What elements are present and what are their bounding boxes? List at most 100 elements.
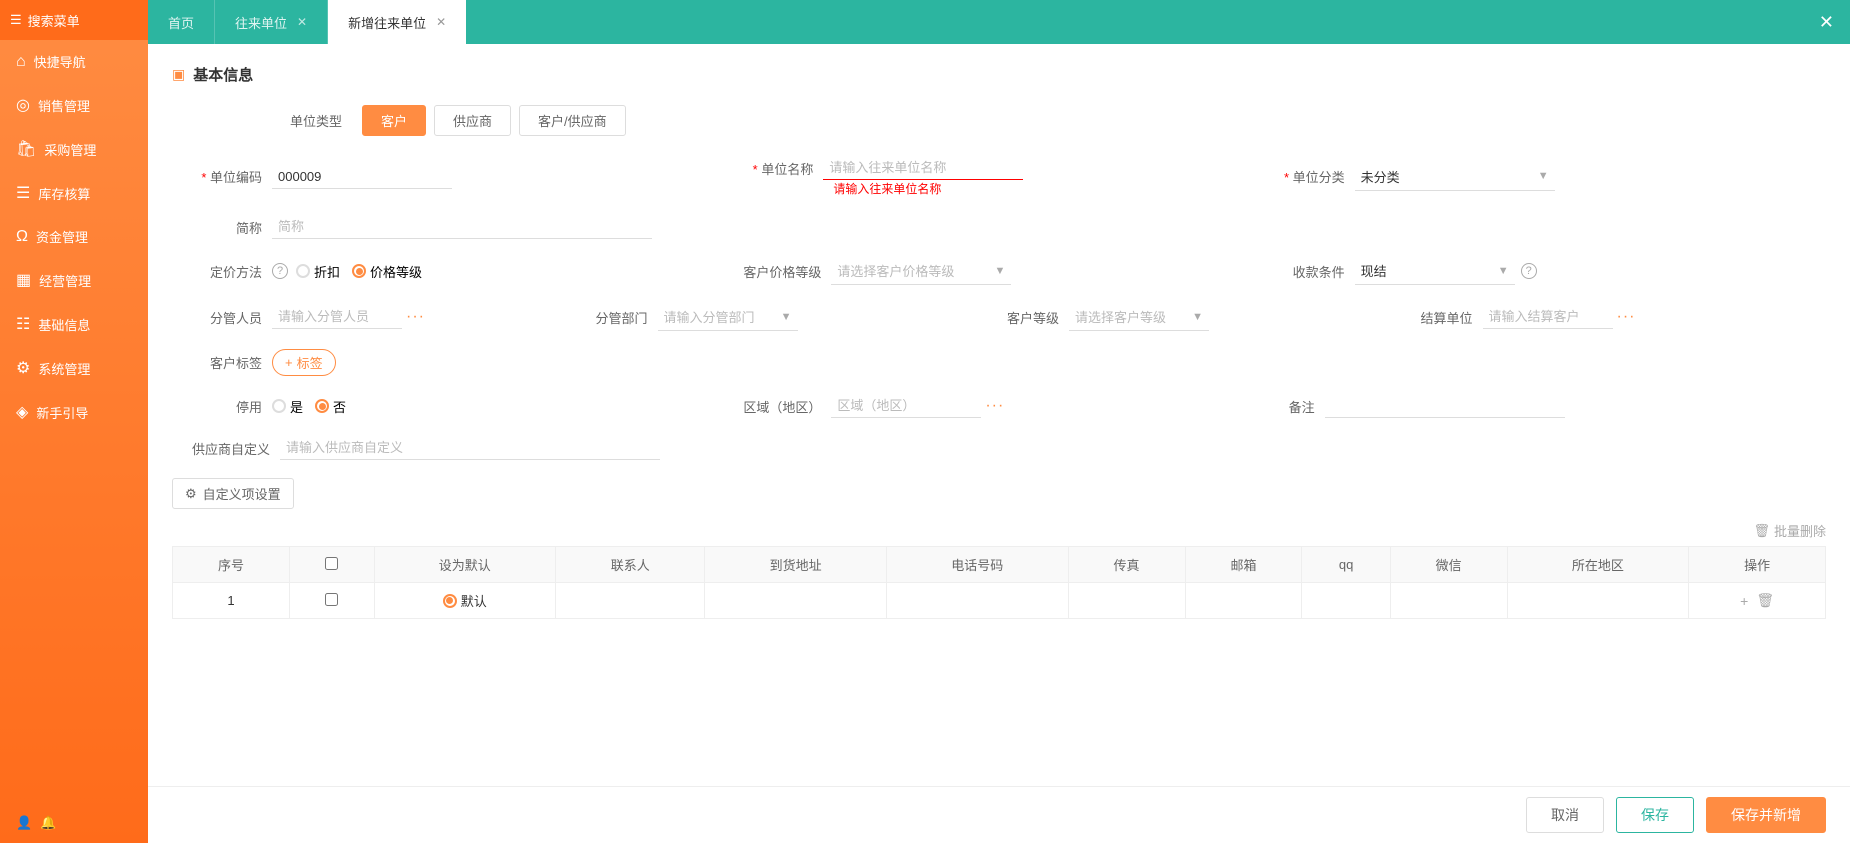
sidebar-label-basics: 基础信息 — [38, 315, 90, 334]
th-phone: 电话号码 — [886, 547, 1068, 583]
settlement-input[interactable] — [1483, 305, 1613, 329]
th-email: 邮箱 — [1185, 547, 1302, 583]
td-address — [705, 583, 887, 619]
settings-btn[interactable]: ⚙ 自定义项设置 — [172, 478, 294, 509]
inventory-icon: ☰ — [16, 183, 30, 203]
tag-btn-label: 标签 — [297, 353, 323, 372]
type-btn-both[interactable]: 客户/供应商 — [519, 105, 626, 136]
sidebar-item-operations[interactable]: ▦经营管理 — [0, 258, 148, 302]
dept-cell: 分管部门 请输入分管部门 ▼ — [586, 303, 1000, 331]
dept-placeholder: 请输入分管部门 — [664, 307, 777, 326]
remarks-input[interactable] — [1325, 394, 1565, 418]
customer-price-select[interactable]: 请选择客户价格等级 ▼ — [831, 257, 1011, 285]
manager-label: 分管人员 — [192, 308, 272, 327]
dept-select[interactable]: 请输入分管部门 ▼ — [658, 303, 798, 331]
search-icon: ☰ — [10, 12, 22, 28]
plus-icon: + — [285, 355, 293, 370]
tags-row: 客户标签 + 标签 — [172, 349, 1826, 376]
table-row: 1 默认 — [173, 583, 1826, 619]
payment-help-icon[interactable]: ? — [1521, 263, 1537, 279]
type-btn-customer[interactable]: 客户 — [362, 105, 426, 136]
add-tag-btn[interactable]: + 标签 — [272, 349, 336, 376]
unit-category-cell: 单位分类 未分类 ▼ — [1275, 156, 1826, 197]
sidebar-item-basics[interactable]: ☷ 基础信息 — [0, 302, 148, 346]
tab-close-new-contact[interactable]: ✕ — [436, 15, 446, 29]
customer-level-select[interactable]: 请选择客户等级 ▼ — [1069, 303, 1209, 331]
sidebar-item-system[interactable]: ⚙系统管理 — [0, 346, 148, 390]
tab-new-contact[interactable]: 新增往来单位✕ — [328, 0, 466, 44]
settings-btn-label: 自定义项设置 — [203, 484, 281, 503]
chevron-down-icon3: ▼ — [1498, 265, 1509, 277]
disabled-yes[interactable]: 是 — [272, 397, 303, 416]
sidebar-item-newbie[interactable]: ◈新手引导 — [0, 390, 148, 434]
td-default[interactable]: 默认 — [374, 583, 556, 619]
operations-icon: ▦ — [16, 270, 31, 290]
remarks-label: 备注 — [1275, 397, 1325, 416]
td-wechat — [1390, 583, 1507, 619]
unit-name-input[interactable] — [823, 156, 1023, 180]
sidebar-item-purchase[interactable]: 🛍采购管理 — [0, 127, 148, 171]
th-qq: qq — [1302, 547, 1390, 583]
tabbar-close-btn[interactable]: ✕ — [1803, 12, 1850, 33]
manager-input[interactable] — [272, 305, 402, 329]
supplier-custom-input[interactable] — [280, 436, 660, 460]
trash-icon: 🗑 — [1753, 523, 1770, 539]
default-label: 默认 — [461, 591, 487, 610]
pricing-cell: 定价方法 ? 折扣 价格等级 — [172, 257, 723, 285]
sidebar-search[interactable]: ☰ 搜索菜单 — [0, 0, 148, 40]
disabled-radio-group: 是 否 — [272, 397, 346, 416]
td-checkbox[interactable] — [289, 583, 374, 619]
tab-home[interactable]: 首页 — [148, 0, 215, 44]
footer-bar: 取消 保存 保存并新增 — [148, 786, 1850, 843]
disabled-cell: 停用 是 否 — [172, 394, 723, 418]
pricing-discount[interactable]: 折扣 — [296, 262, 340, 281]
type-btn-supplier[interactable]: 供应商 — [434, 105, 511, 136]
short-name-input[interactable] — [272, 215, 652, 239]
table-header-row: 序号 设为默认 联系人 到货地址 电话号码 传真 邮箱 qq 微信 所在地区 操… — [173, 547, 1826, 583]
delete-row-btn[interactable]: 🗑 — [1756, 592, 1774, 609]
disabled-no[interactable]: 否 — [315, 397, 346, 416]
customer-price-placeholder: 请选择客户价格等级 — [837, 261, 990, 280]
pricing-help-icon[interactable]: ? — [272, 263, 288, 279]
region-ellipsis[interactable]: ··· — [981, 397, 1008, 415]
select-all-checkbox[interactable] — [325, 557, 338, 570]
table-actions: 🗑 批量删除 — [172, 521, 1826, 540]
batch-delete-btn[interactable]: 🗑 批量删除 — [1753, 521, 1826, 540]
pricing-level[interactable]: 价格等级 — [352, 262, 422, 281]
settlement-ellipsis[interactable]: ··· — [1613, 308, 1640, 326]
customer-level-placeholder: 请选择客户等级 — [1075, 307, 1188, 326]
save-new-button[interactable]: 保存并新增 — [1706, 797, 1826, 833]
chevron-down-icon: ▼ — [1538, 170, 1549, 182]
finance-icon: Ω — [16, 228, 28, 246]
region-input[interactable] — [831, 394, 981, 418]
unit-name-label: 单位名称 — [743, 159, 823, 178]
cancel-button[interactable]: 取消 — [1526, 797, 1604, 833]
add-row-btn[interactable]: + — [1740, 593, 1748, 609]
settlement-cell: 结算单位 ··· — [1413, 303, 1827, 331]
tags-label: 客户标签 — [192, 353, 272, 372]
manager-row: 分管人员 ··· 分管部门 请输入分管部门 ▼ 客户等级 请选择客户等级 ▼ 结… — [172, 303, 1826, 331]
row-checkbox[interactable] — [325, 593, 338, 606]
save-button[interactable]: 保存 — [1616, 797, 1694, 833]
unit-code-input[interactable] — [272, 165, 452, 189]
unit-type-buttons: 客户 供应商 客户/供应商 — [362, 105, 626, 136]
tab-contacts[interactable]: 往来单位✕ — [215, 0, 328, 44]
sidebar-item-quick-nav[interactable]: ⌂快捷导航 — [0, 40, 148, 83]
sidebar-item-inventory[interactable]: ☰库存核算 — [0, 171, 148, 215]
disabled-label: 停用 — [192, 397, 272, 416]
chevron-down-icon4: ▼ — [781, 311, 792, 323]
section-header: ▣ 基本信息 — [172, 64, 1826, 85]
unit-type-label: 单位类型 — [272, 111, 352, 130]
basics-icon: ☷ — [16, 314, 30, 334]
payment-terms-select[interactable]: 现结 ▼ — [1355, 257, 1515, 285]
manager-ellipsis[interactable]: ··· — [402, 308, 429, 326]
tab-close-contacts[interactable]: ✕ — [297, 15, 307, 29]
contact-table: 序号 设为默认 联系人 到货地址 电话号码 传真 邮箱 qq 微信 所在地区 操… — [172, 546, 1826, 619]
supplier-custom-row: 供应商自定义 — [172, 436, 1826, 460]
sidebar-item-finance[interactable]: Ω资金管理 — [0, 215, 148, 258]
sidebar-item-sales[interactable]: ◎销售管理 — [0, 83, 148, 127]
th-checkbox[interactable] — [289, 547, 374, 583]
unit-category-select[interactable]: 未分类 ▼ — [1355, 163, 1555, 191]
customer-price-label: 客户价格等级 — [743, 262, 831, 281]
newbie-icon: ◈ — [16, 402, 28, 422]
